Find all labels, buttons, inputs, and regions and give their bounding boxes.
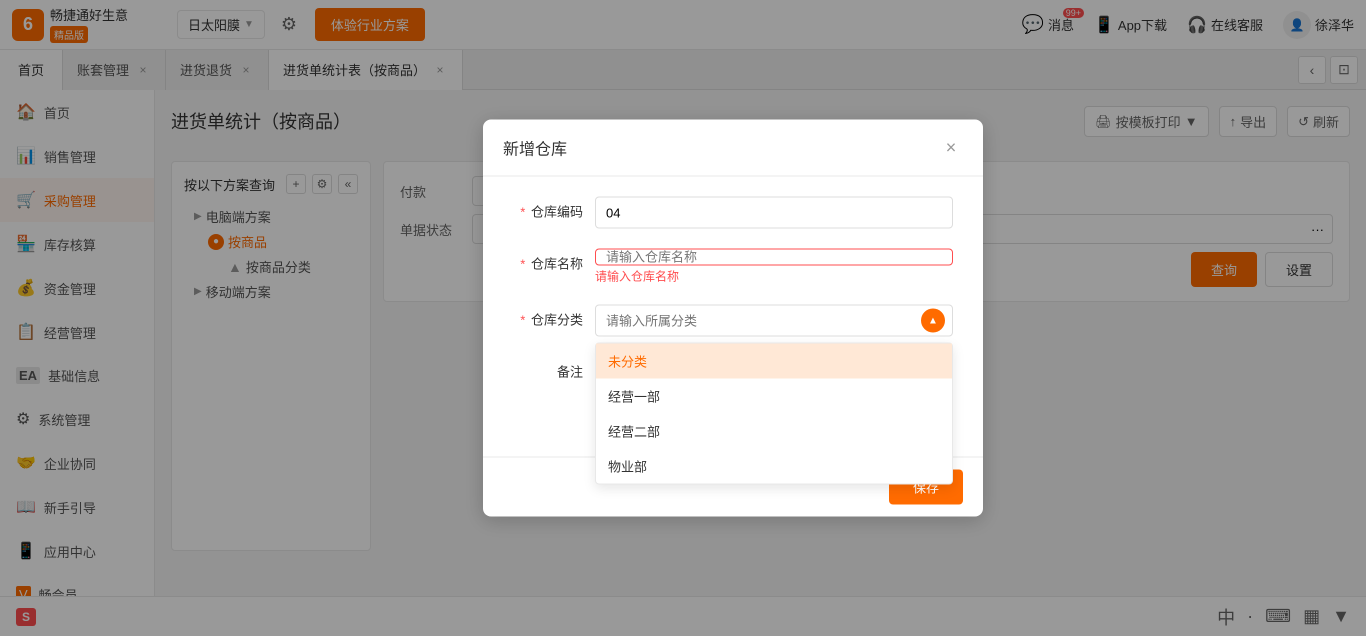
dropdown-item-dept3-label: 物业部	[608, 460, 647, 475]
modal-header: 新增仓库 ×	[483, 120, 983, 177]
field-row-category: * 仓库分类 ▲ 未分类 经营一部 经营二部	[513, 305, 953, 337]
name-label: * 仓库名称	[513, 249, 583, 281]
field-row-code: * 仓库编码	[513, 197, 953, 229]
dropdown-item-dept1-label: 经营一部	[608, 390, 660, 405]
category-label-text: 仓库分类	[531, 313, 583, 328]
category-label: * 仓库分类	[513, 305, 583, 337]
field-row-name: * 仓库名称 请输入仓库名称	[513, 249, 953, 285]
add-warehouse-modal: 新增仓库 × * 仓库编码 * 仓库名称 请输入仓库名称 *	[483, 120, 983, 517]
modal-body: * 仓库编码 * 仓库名称 请输入仓库名称 * 仓库分类 ▲	[483, 177, 983, 457]
name-input-wrap: 请输入仓库名称	[595, 249, 953, 285]
category-input-wrap: ▲ 未分类 经营一部 经营二部 物业部	[595, 305, 953, 337]
code-label: * 仓库编码	[513, 197, 583, 229]
name-error-msg: 请输入仓库名称	[595, 268, 953, 285]
code-required-star: *	[520, 205, 525, 220]
name-label-text: 仓库名称	[531, 257, 583, 272]
dropdown-item-dept2-label: 经营二部	[608, 425, 660, 440]
code-input[interactable]	[595, 197, 953, 229]
note-label: 备注	[513, 357, 583, 389]
name-input[interactable]	[595, 249, 953, 266]
dropdown-item-dept1[interactable]: 经营一部	[596, 379, 952, 414]
category-toggle-btn[interactable]: ▲	[921, 309, 945, 333]
name-required-star: *	[520, 257, 525, 272]
dropdown-item-uncategorized-label: 未分类	[608, 355, 647, 370]
note-label-text: 备注	[557, 365, 583, 380]
category-required-star: *	[520, 313, 525, 328]
modal-title: 新增仓库	[503, 136, 567, 160]
category-dropdown: 未分类 经营一部 经营二部 物业部	[595, 343, 953, 485]
code-label-text: 仓库编码	[531, 205, 583, 220]
dropdown-item-dept3[interactable]: 物业部	[596, 449, 952, 484]
dropdown-item-dept2[interactable]: 经营二部	[596, 414, 952, 449]
category-input[interactable]	[595, 305, 953, 337]
modal-close-btn[interactable]: ×	[939, 136, 963, 160]
dropdown-item-uncategorized[interactable]: 未分类	[596, 344, 952, 379]
